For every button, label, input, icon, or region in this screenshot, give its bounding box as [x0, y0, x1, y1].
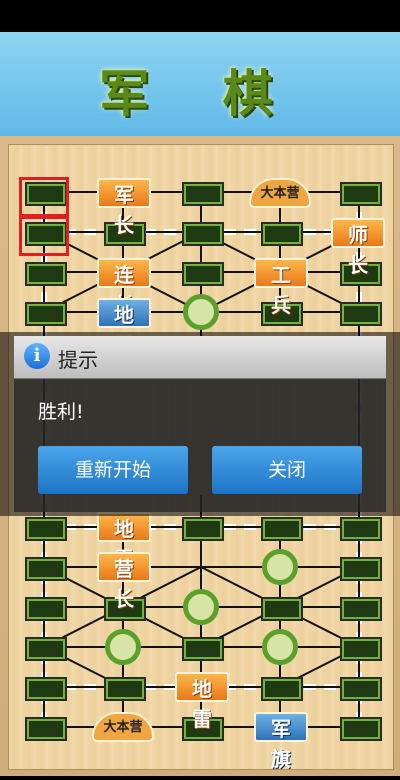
- board-post[interactable]: [182, 182, 224, 206]
- dialog-title: 提示: [58, 348, 98, 372]
- board-post[interactable]: [261, 222, 303, 246]
- title-bar: 军 棋: [0, 32, 400, 136]
- game-title: 军 棋: [99, 64, 301, 123]
- close-button[interactable]: 关闭: [212, 446, 362, 494]
- board-post[interactable]: [340, 677, 382, 701]
- board-post[interactable]: [340, 597, 382, 621]
- camp-circle[interactable]: [183, 589, 219, 625]
- board-post[interactable]: [25, 637, 67, 661]
- board-post[interactable]: [261, 517, 303, 541]
- dialog-header: i 提示: [14, 336, 386, 379]
- dialog-body: 胜利! 重新开始 关闭: [14, 379, 386, 512]
- piece-engineer[interactable]: 工兵: [254, 258, 308, 317]
- dialog-message: 胜利!: [38, 401, 84, 423]
- selection-highlight: [19, 177, 69, 217]
- board-post[interactable]: [25, 557, 67, 581]
- board-post[interactable]: [340, 302, 382, 326]
- camp-circle[interactable]: [105, 629, 141, 665]
- board-post[interactable]: [340, 557, 382, 581]
- board-post[interactable]: [340, 517, 382, 541]
- selection-highlight: [19, 216, 69, 256]
- board-post[interactable]: [25, 677, 67, 701]
- camp-circle[interactable]: [262, 549, 298, 585]
- board-post[interactable]: [25, 597, 67, 621]
- board-post[interactable]: [261, 677, 303, 701]
- piece-landmine[interactable]: 地雷: [175, 672, 229, 731]
- board-post[interactable]: [340, 717, 382, 741]
- board-post[interactable]: [182, 637, 224, 661]
- piece-company-commander[interactable]: 连长: [97, 258, 151, 317]
- board-post[interactable]: [25, 262, 67, 286]
- piece-landmine[interactable]: 地雷: [97, 512, 151, 571]
- camp-circle[interactable]: [262, 629, 298, 665]
- alert-dialog: i 提示 胜利! 重新开始 关闭: [14, 336, 386, 512]
- board-post[interactable]: [340, 182, 382, 206]
- camp-circle[interactable]: [183, 294, 219, 330]
- board-post[interactable]: [25, 517, 67, 541]
- piece-battalion-commander[interactable]: 营长: [97, 552, 151, 611]
- piece-army-commander[interactable]: 军长: [97, 178, 151, 237]
- board-post[interactable]: [25, 302, 67, 326]
- board-post[interactable]: [104, 677, 146, 701]
- board-post[interactable]: [261, 597, 303, 621]
- board-post[interactable]: [340, 637, 382, 661]
- info-icon: i: [24, 343, 50, 369]
- board-post[interactable]: [25, 717, 67, 741]
- board-post[interactable]: [182, 262, 224, 286]
- piece-flag[interactable]: 军旗: [254, 712, 308, 771]
- status-bar: [0, 0, 400, 32]
- board-post[interactable]: [182, 517, 224, 541]
- piece-landmine[interactable]: 地雷: [97, 298, 151, 357]
- board-post[interactable]: [182, 222, 224, 246]
- restart-button[interactable]: 重新开始: [38, 446, 188, 494]
- piece-division-commander[interactable]: 师长: [331, 218, 385, 277]
